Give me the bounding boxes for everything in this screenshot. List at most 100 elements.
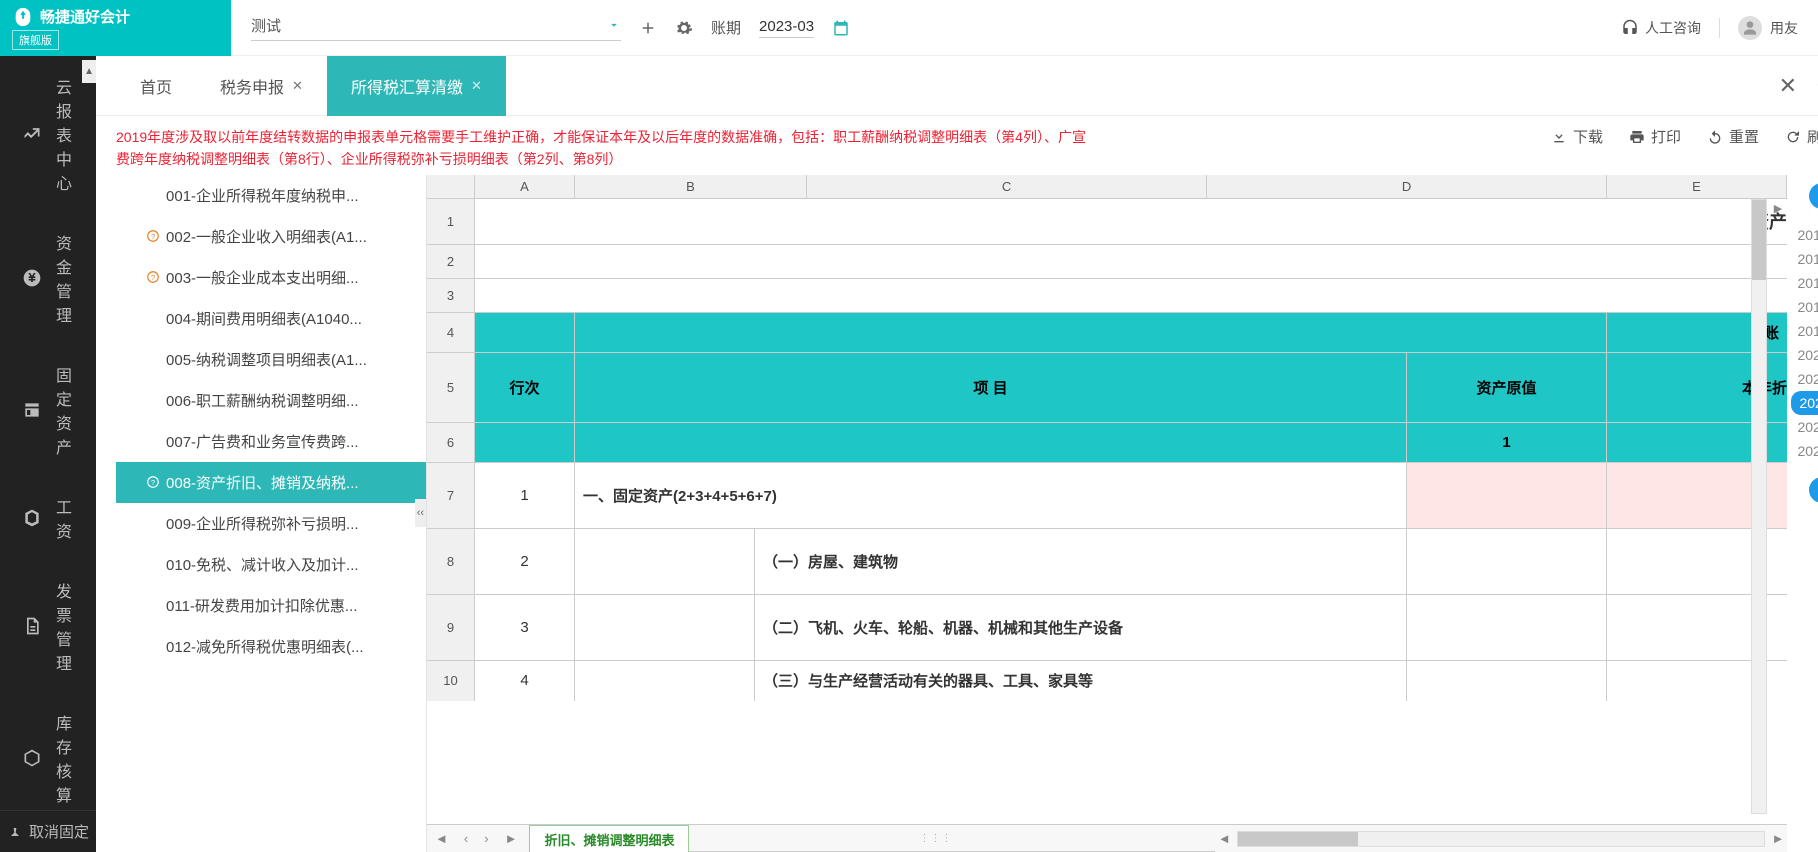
year-item[interactable]: 2018年 bbox=[1791, 295, 1818, 319]
row-header[interactable]: 5 bbox=[427, 353, 475, 422]
add-company-button[interactable] bbox=[639, 19, 657, 37]
year-scroll-down[interactable] bbox=[1809, 477, 1818, 503]
col-header-A[interactable]: A bbox=[475, 175, 575, 198]
year-item[interactable]: 2020年 bbox=[1791, 343, 1818, 367]
col-header-C[interactable]: C bbox=[807, 175, 1207, 198]
reset-button[interactable]: 重置 bbox=[1707, 126, 1759, 147]
support-button[interactable]: 人工咨询 bbox=[1621, 18, 1701, 38]
vertical-scrollbar[interactable] bbox=[1751, 199, 1767, 814]
hscroll-right[interactable]: ► bbox=[1769, 831, 1787, 846]
form-list-item[interactable]: ?008-资产折旧、摊销及纳税... bbox=[116, 462, 426, 503]
help-icon: ? bbox=[146, 229, 160, 243]
unpin-sidebar-button[interactable]: 取消固定 bbox=[0, 810, 96, 852]
cell-rownum[interactable]: 4 bbox=[475, 661, 575, 701]
form-list-item[interactable]: ?002-一般企业收入明细表(A1... bbox=[116, 216, 426, 257]
form-list-item[interactable]: 010-免税、减计收入及加计... bbox=[116, 544, 426, 585]
settings-gear-button[interactable] bbox=[675, 19, 693, 37]
sheet-nav-last[interactable]: ► bbox=[497, 831, 526, 846]
company-selector[interactable]: 测试 bbox=[251, 15, 621, 41]
cell-rownum[interactable]: 1 bbox=[475, 463, 575, 528]
form-list-item[interactable]: ?003-一般企业成本支出明细... bbox=[116, 257, 426, 298]
form-list-item[interactable]: 001-企业所得税年度纳税申... bbox=[116, 175, 426, 216]
sidebar-item-label: 固定资产 bbox=[56, 362, 74, 458]
tab-2[interactable]: 所得税汇算清缴✕ bbox=[327, 56, 506, 116]
year-item[interactable]: 2016年 bbox=[1791, 247, 1818, 271]
chart-icon bbox=[22, 123, 42, 145]
row-header[interactable]: 6 bbox=[427, 423, 475, 462]
tab-1[interactable]: 税务申报✕ bbox=[196, 56, 327, 116]
cell-value[interactable] bbox=[1407, 595, 1607, 660]
user-menu[interactable]: 用友 bbox=[1738, 16, 1798, 40]
form-list-item[interactable]: 012-减免所得税优惠明细表(... bbox=[116, 626, 426, 667]
form-list-collapse-button[interactable]: ‹‹ bbox=[415, 499, 426, 527]
year-item[interactable]: 2023年 bbox=[1791, 415, 1818, 439]
col-header-E[interactable]: E bbox=[1607, 175, 1787, 198]
notice-text: 2019年度涉及取以前年度结转数据的申报表单元格需要手工维护正确，才能保证本年及… bbox=[116, 126, 1096, 171]
year-item[interactable]: 2021年 bbox=[1791, 367, 1818, 391]
col-header-B[interactable]: B bbox=[575, 175, 807, 198]
row-header[interactable]: 2 bbox=[427, 245, 475, 278]
header-col-1[interactable]: 1 bbox=[1407, 423, 1607, 462]
sheet-nav-prev[interactable]: ‹ bbox=[456, 831, 476, 846]
unpin-icon bbox=[7, 824, 23, 840]
sheet-nav-first[interactable]: ◄ bbox=[427, 831, 456, 846]
year-rail: 2015年2016年2017年2018年2019年2020年2021年2022年… bbox=[1787, 175, 1818, 852]
cell-value[interactable] bbox=[1407, 463, 1607, 528]
horizontal-scrollbar[interactable] bbox=[1237, 831, 1765, 847]
year-scroll-up[interactable] bbox=[1809, 183, 1818, 209]
row-header[interactable]: 7 bbox=[427, 463, 475, 528]
sheet-tab-active[interactable]: 折旧、摊销调整明细表 bbox=[529, 825, 689, 852]
year-item[interactable]: 2019年 bbox=[1791, 319, 1818, 343]
tab-0[interactable]: 首页 bbox=[116, 56, 196, 116]
year-item[interactable]: 2022年 bbox=[1791, 391, 1818, 415]
sheet-corner[interactable] bbox=[427, 175, 475, 198]
hscroll-left[interactable]: ◄ bbox=[1215, 831, 1233, 846]
cell-value[interactable] bbox=[1407, 529, 1607, 594]
form-item-label: 010-免税、减计收入及加计... bbox=[166, 554, 359, 575]
period-value[interactable]: 2023-03 bbox=[759, 18, 814, 38]
sheet-nav-next[interactable]: › bbox=[476, 831, 496, 846]
row-header[interactable]: 9 bbox=[427, 595, 475, 660]
sheet-next-icon[interactable]: ▶ bbox=[1769, 199, 1787, 219]
sidebar-scroll-up[interactable]: ▲ bbox=[82, 60, 96, 83]
sheet-tab-grip-icon[interactable]: ⋮⋮⋮ bbox=[919, 833, 952, 844]
header-asset-orig[interactable]: 资产原值 bbox=[1407, 353, 1607, 422]
form-list-item[interactable]: 005-纳税调整项目明细表(A1... bbox=[116, 339, 426, 380]
form-list-item[interactable]: 011-研发费用加计扣除优惠... bbox=[116, 585, 426, 626]
col-header-D[interactable]: D bbox=[1207, 175, 1607, 198]
row-header[interactable]: 3 bbox=[427, 279, 475, 312]
year-item[interactable]: 2024年 bbox=[1791, 439, 1818, 463]
cell-value[interactable] bbox=[1407, 661, 1607, 701]
cell-item[interactable]: 一、固定资产(2+3+4+5+6+7) bbox=[575, 463, 1407, 528]
download-button[interactable]: 下载 bbox=[1551, 126, 1603, 147]
refresh-button[interactable]: 刷新 bbox=[1785, 126, 1818, 147]
row-header[interactable]: 1 bbox=[427, 199, 475, 244]
invoice-icon bbox=[22, 615, 42, 637]
header-item[interactable]: 项 目 bbox=[575, 353, 1407, 422]
tabs-more-icon[interactable] bbox=[1805, 78, 1818, 94]
close-all-tabs-button[interactable]: ✕ bbox=[1771, 73, 1805, 99]
tab-close-icon[interactable]: ✕ bbox=[471, 78, 482, 94]
row-header[interactable]: 4 bbox=[427, 313, 475, 352]
cell-item[interactable]: （一）房屋、建筑物 bbox=[755, 529, 1407, 594]
row-header[interactable]: 8 bbox=[427, 529, 475, 594]
tab-close-icon[interactable]: ✕ bbox=[292, 78, 303, 94]
calendar-icon[interactable] bbox=[832, 19, 850, 37]
form-list-item[interactable]: 004-期间费用明细表(A1040... bbox=[116, 298, 426, 339]
sheet-title[interactable]: 资产 bbox=[475, 199, 1787, 244]
header-rownum[interactable]: 行次 bbox=[475, 353, 575, 422]
form-list-item[interactable]: 006-职工薪酬纳税调整明细... bbox=[116, 380, 426, 421]
year-item[interactable]: 2015年 bbox=[1791, 223, 1818, 247]
cell-rownum[interactable]: 2 bbox=[475, 529, 575, 594]
form-list-item[interactable]: 009-企业所得税弥补亏损明... bbox=[116, 503, 426, 544]
cell-item[interactable]: （三）与生产经营活动有关的器具、工具、家具等 bbox=[755, 661, 1407, 701]
column-headers: A B C D E bbox=[427, 175, 1787, 199]
salary-icon bbox=[22, 507, 42, 529]
print-button[interactable]: 打印 bbox=[1629, 126, 1681, 147]
row-header[interactable]: 10 bbox=[427, 661, 475, 701]
year-item[interactable]: 2017年 bbox=[1791, 271, 1818, 295]
download-icon bbox=[1551, 129, 1567, 145]
cell-rownum[interactable]: 3 bbox=[475, 595, 575, 660]
cell-item[interactable]: （二）飞机、火车、轮船、机器、机械和其他生产设备 bbox=[755, 595, 1407, 660]
form-list-item[interactable]: 007-广告费和业务宣传费跨... bbox=[116, 421, 426, 462]
